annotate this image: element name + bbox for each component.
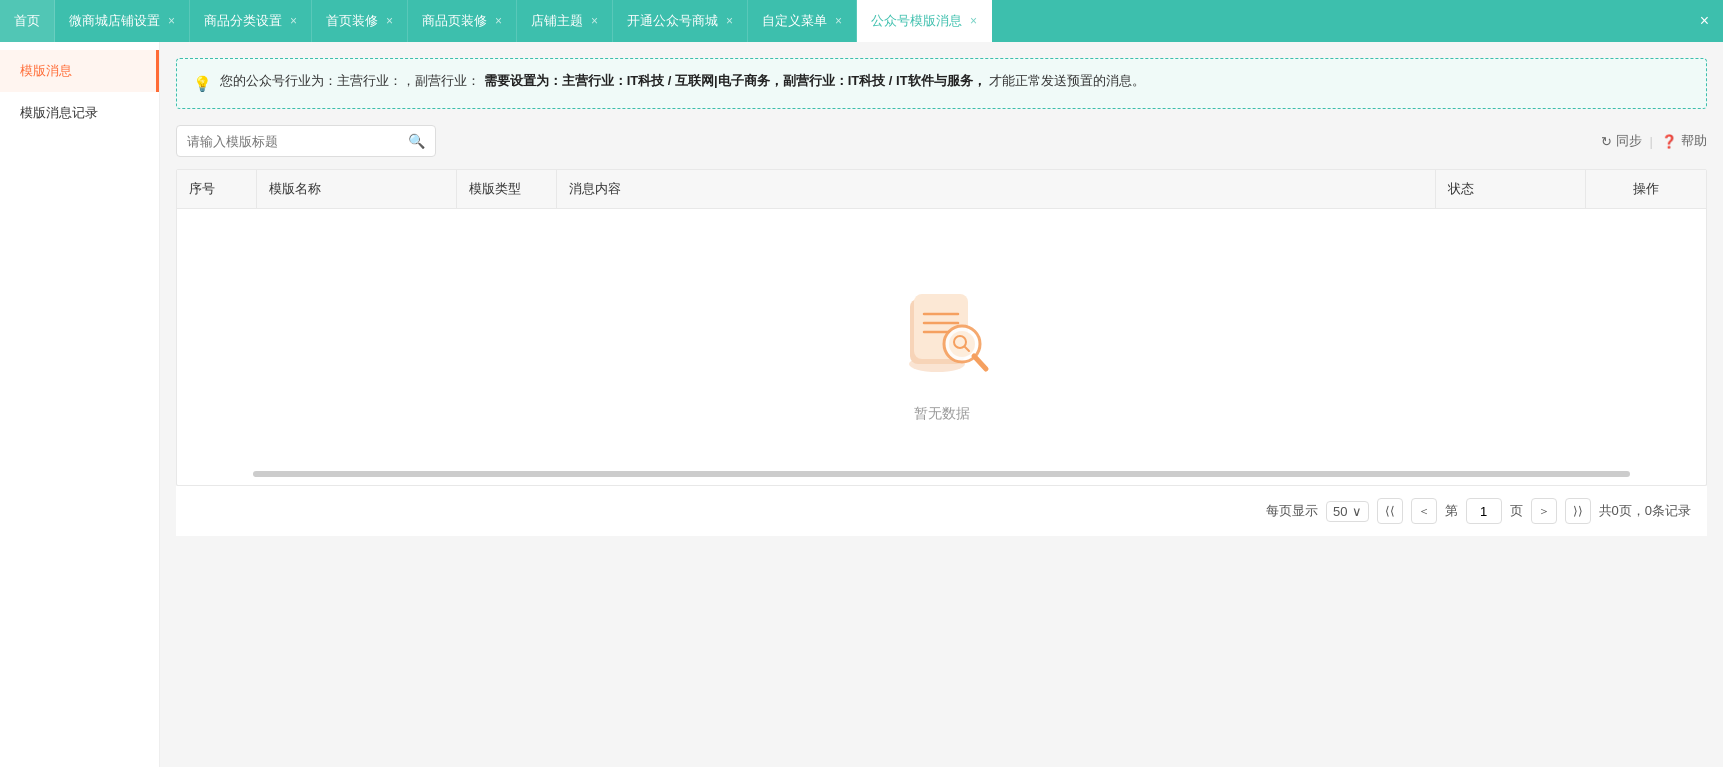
sidebar-item-template-msg[interactable]: 模版消息 xyxy=(0,50,159,92)
page-last-button[interactable]: ⟩⟩ xyxy=(1565,498,1591,524)
data-table: 序号 模版名称 模版类型 消息内容 状态 操作 xyxy=(176,169,1707,486)
svg-point-7 xyxy=(949,331,975,357)
notice-prefix: 您的公众号行业为：主营行业：，副营行业： xyxy=(220,73,480,88)
sidebar: 模版消息 模版消息记录 xyxy=(0,42,160,767)
notice-banner: 💡 您的公众号行业为：主营行业：，副营行业： 需要设置为：主营行业：IT科技 /… xyxy=(176,58,1707,109)
tab-product-decor[interactable]: 商品页装修 × xyxy=(408,0,517,42)
sidebar-item-template-msg-record[interactable]: 模版消息记录 xyxy=(0,92,159,134)
main-layout: 模版消息 模版消息记录 💡 您的公众号行业为：主营行业：，副营行业： 需要设置为… xyxy=(0,42,1723,767)
empty-illustration xyxy=(882,269,1002,389)
tab-template-msg-close[interactable]: × xyxy=(970,14,977,28)
search-icon[interactable]: 🔍 xyxy=(408,133,425,149)
search-actions: ↻ 同步 | ❓ 帮助 xyxy=(1601,132,1707,150)
search-input-wrap: 🔍 xyxy=(176,125,436,157)
horizontal-scrollbar[interactable] xyxy=(253,471,1629,477)
top-nav: 首页 微商城店铺设置 × 商品分类设置 × 首页装修 × 商品页装修 × 店铺主… xyxy=(0,0,1723,42)
tab-home-decor-label: 首页装修 xyxy=(326,12,378,30)
sync-button[interactable]: ↻ 同步 xyxy=(1601,132,1642,150)
help-button[interactable]: ❓ 帮助 xyxy=(1661,132,1707,150)
tab-product-category-close[interactable]: × xyxy=(290,14,297,28)
tab-home[interactable]: 首页 xyxy=(0,0,55,42)
tab-wshop-settings[interactable]: 微商城店铺设置 × xyxy=(55,0,190,42)
tab-open-mall-close[interactable]: × xyxy=(726,14,733,28)
svg-line-8 xyxy=(974,356,986,369)
page-suffix-label: 页 xyxy=(1510,502,1523,520)
tab-wshop-settings-close[interactable]: × xyxy=(168,14,175,28)
tab-template-msg-label: 公众号模版消息 xyxy=(871,12,962,30)
tab-home-decor-close[interactable]: × xyxy=(386,14,393,28)
divider: | xyxy=(1650,134,1653,149)
notice-icon: 💡 xyxy=(193,72,212,96)
tab-shop-theme-close[interactable]: × xyxy=(591,14,598,28)
tab-open-mall[interactable]: 开通公众号商城 × xyxy=(613,0,748,42)
tab-custom-menu[interactable]: 自定义菜单 × xyxy=(748,0,857,42)
th-status: 状态 xyxy=(1436,170,1586,208)
sidebar-item-template-msg-label: 模版消息 xyxy=(20,63,72,78)
sidebar-item-template-msg-record-label: 模版消息记录 xyxy=(20,105,98,120)
tab-home-label: 首页 xyxy=(14,12,40,30)
tab-custom-menu-label: 自定义菜单 xyxy=(762,12,827,30)
th-action: 操作 xyxy=(1586,170,1706,208)
th-type: 模版类型 xyxy=(457,170,557,208)
search-input[interactable] xyxy=(187,134,408,149)
tab-product-decor-close[interactable]: × xyxy=(495,14,502,28)
tab-product-decor-label: 商品页装修 xyxy=(422,12,487,30)
tab-open-mall-label: 开通公众号商城 xyxy=(627,12,718,30)
page-first-button[interactable]: ⟨⟨ xyxy=(1377,498,1403,524)
close-all-tabs-button[interactable]: × xyxy=(1686,12,1723,30)
help-icon: ❓ xyxy=(1661,134,1677,149)
tab-wshop-settings-label: 微商城店铺设置 xyxy=(69,12,160,30)
page-size-prefix: 每页显示 xyxy=(1266,502,1318,520)
content-area: 💡 您的公众号行业为：主营行业：，副营行业： 需要设置为：主营行业：IT科技 /… xyxy=(160,42,1723,767)
tab-product-category-label: 商品分类设置 xyxy=(204,12,282,30)
table-header: 序号 模版名称 模版类型 消息内容 状态 操作 xyxy=(177,170,1706,209)
tab-template-msg[interactable]: 公众号模版消息 × xyxy=(857,0,992,42)
page-size-chevron-icon: ∨ xyxy=(1352,504,1362,519)
scroll-bar-area xyxy=(177,463,1706,485)
empty-text: 暂无数据 xyxy=(914,405,970,423)
empty-state: 暂无数据 xyxy=(177,209,1706,463)
search-bar: 🔍 ↻ 同步 | ❓ 帮助 xyxy=(176,125,1707,157)
notice-highlight: 需要设置为：主营行业：IT科技 / 互联网|电子商务，副营行业：IT科技 / I… xyxy=(484,73,986,88)
page-total-label: 共0页，0条记录 xyxy=(1599,502,1691,520)
page-size-value: 50 xyxy=(1333,504,1347,519)
tab-home-decor[interactable]: 首页装修 × xyxy=(312,0,408,42)
tab-shop-theme-label: 店铺主题 xyxy=(531,12,583,30)
tab-shop-theme[interactable]: 店铺主题 × xyxy=(517,0,613,42)
th-name: 模版名称 xyxy=(257,170,457,208)
page-prefix-label: 第 xyxy=(1445,502,1458,520)
tab-custom-menu-close[interactable]: × xyxy=(835,14,842,28)
pagination: 每页显示 50 ∨ ⟨⟨ ＜ 第 页 ＞ ⟩⟩ 共0页，0条记录 xyxy=(176,486,1707,536)
page-number-input[interactable] xyxy=(1466,498,1502,524)
th-seq: 序号 xyxy=(177,170,257,208)
th-content: 消息内容 xyxy=(557,170,1436,208)
page-prev-button[interactable]: ＜ xyxy=(1411,498,1437,524)
sync-icon: ↻ xyxy=(1601,134,1612,149)
help-label: 帮助 xyxy=(1681,132,1707,150)
page-next-button[interactable]: ＞ xyxy=(1531,498,1557,524)
tab-product-category[interactable]: 商品分类设置 × xyxy=(190,0,312,42)
page-size-select[interactable]: 50 ∨ xyxy=(1326,501,1368,522)
notice-text: 您的公众号行业为：主营行业：，副营行业： 需要设置为：主营行业：IT科技 / 互… xyxy=(220,71,1145,92)
notice-suffix: 才能正常发送预置的消息。 xyxy=(989,73,1145,88)
sync-label: 同步 xyxy=(1616,132,1642,150)
